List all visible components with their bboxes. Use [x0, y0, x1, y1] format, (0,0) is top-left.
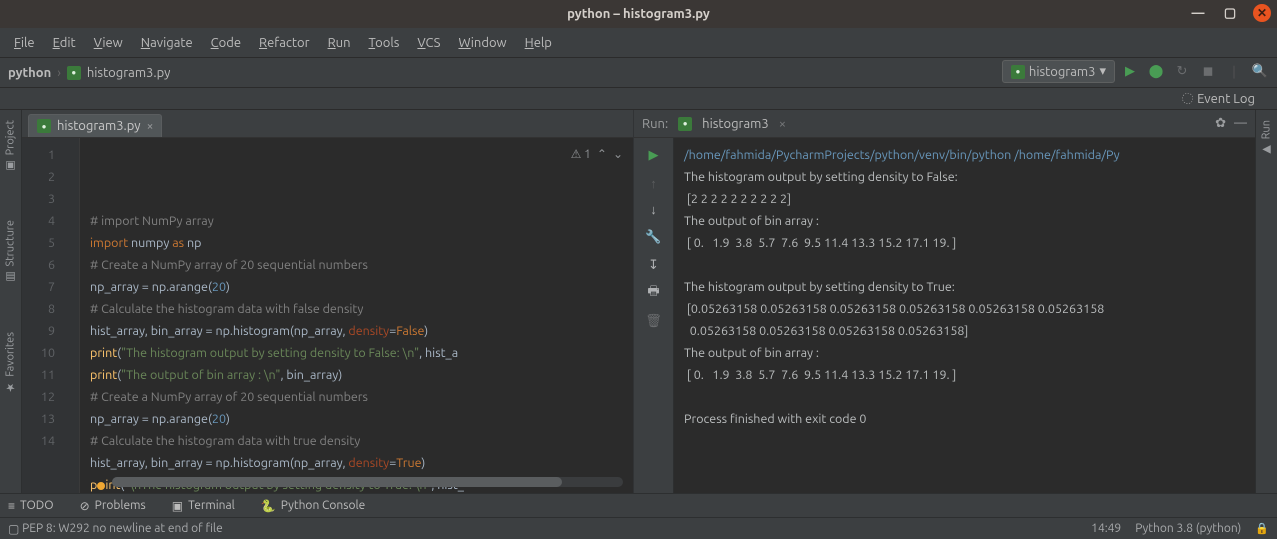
bottom-tool-python-console[interactable]: 🐍Python Console [261, 499, 365, 513]
gutter: 1234567891011121314 [22, 138, 80, 493]
settings-icon[interactable]: 🔧 [641, 226, 667, 248]
menu-run[interactable]: Run [320, 32, 359, 54]
status-icon[interactable]: ▢ [8, 522, 19, 536]
menu-tools[interactable]: Tools [361, 32, 408, 54]
python-file-icon: ● [1011, 65, 1025, 79]
search-everywhere-icon[interactable]: 🔍 [1249, 61, 1271, 83]
run-config-select[interactable]: ● histogram3 ▾ [1002, 60, 1115, 83]
right-side-tabs: ▶ Run [1255, 110, 1277, 493]
run-title: Run: [642, 117, 668, 131]
menu-edit[interactable]: Edit [45, 32, 84, 54]
window-close-icon[interactable]: ✕ [1253, 4, 1271, 22]
stop-button[interactable]: ◼ [1197, 61, 1219, 83]
run-tool-window: Run: ● histogram3 × ✿ — ▶ ↑ ↓ 🔧 ↧ 🖶 🗑 /h… [633, 110, 1255, 493]
menu-file[interactable]: File [6, 32, 43, 54]
gear-icon[interactable]: ✿ [1215, 116, 1226, 131]
bottom-tool-strip: ≡TODO ⊘Problems ▣Terminal 🐍Python Console [0, 493, 1277, 517]
menubar: FileEditViewNavigateCodeRefactorRunTools… [0, 28, 1277, 58]
debug-button[interactable]: ⬤ [1145, 61, 1167, 83]
run-tool-tab[interactable]: ▶ Run [1260, 116, 1273, 160]
trash-icon[interactable]: 🗑 [641, 310, 667, 332]
menu-code[interactable]: Code [203, 32, 249, 54]
editor-pane: ● histogram3.py × 1234567891011121314 # … [22, 110, 633, 493]
coverage-button[interactable]: ↻ [1171, 61, 1193, 83]
menu-vcs[interactable]: VCS [409, 32, 448, 54]
run-config-label: histogram3 [1029, 65, 1096, 79]
menu-view[interactable]: View [86, 32, 131, 54]
step-up-icon[interactable]: ↑ [641, 172, 667, 194]
tool-tab-favorites[interactable]: ★ Favorites [4, 328, 17, 398]
breadcrumb-root[interactable]: python [8, 66, 51, 80]
scroll-to-end-icon[interactable]: ↧ [641, 254, 667, 276]
status-interpreter[interactable]: Python 3.8 (python) [1135, 522, 1241, 535]
editor-tabs: ● histogram3.py × [22, 110, 633, 138]
window-maximize-icon[interactable]: ▢ [1221, 6, 1239, 21]
status-time: 14:49 [1091, 522, 1121, 535]
chevron-up-icon[interactable]: ⌃ [597, 144, 607, 166]
chevron-down-icon: ▾ [1099, 64, 1106, 79]
run-sidebar: ▶ ↑ ↓ 🔧 ↧ 🖶 🗑 [634, 138, 674, 493]
console-output[interactable]: /home/fahmida/PycharmProjects/python/ven… [674, 138, 1255, 493]
titlebar: python – histogram3.py — ▢ ✕ [0, 0, 1277, 28]
code-area[interactable]: # import NumPy arrayimport numpy as np# … [80, 138, 633, 493]
python-file-icon: ● [37, 119, 51, 133]
inspection-widget[interactable]: ⚠ 1 ⌃ ⌄ [571, 144, 623, 166]
left-side-tabs: ▣ Project ▤ Structure ★ Favorites [0, 110, 22, 493]
close-tab-icon[interactable]: × [779, 117, 786, 131]
chevron-down-icon[interactable]: ⌄ [613, 144, 623, 166]
breadcrumb: python › ● histogram3.py [8, 66, 170, 80]
menu-navigate[interactable]: Navigate [133, 32, 201, 54]
bottom-tool-problems[interactable]: ⊘Problems [80, 499, 146, 513]
tool-tab-structure[interactable]: ▤ Structure [4, 216, 17, 288]
status-message: PEP 8: W292 no newline at end of file [22, 522, 223, 535]
divider: | [1223, 61, 1245, 83]
lock-icon[interactable]: 🔒 [1255, 522, 1269, 535]
event-log-button[interactable]: ◌ Event Log [1182, 92, 1255, 106]
close-tab-icon[interactable]: × [147, 120, 154, 133]
step-down-icon[interactable]: ↓ [641, 198, 667, 220]
status-bar: ▢ PEP 8: W292 no newline at end of file … [0, 517, 1277, 539]
event-log-row: ◌ Event Log [0, 88, 1277, 110]
window-title: python – histogram3.py [567, 7, 710, 21]
run-button[interactable]: ▶ [1119, 61, 1141, 83]
menu-refactor[interactable]: Refactor [251, 32, 318, 54]
bottom-tool-terminal[interactable]: ▣Terminal [172, 499, 235, 513]
window-minimize-icon[interactable]: — [1189, 6, 1207, 20]
minimize-icon[interactable]: — [1234, 116, 1247, 131]
run-tab-label[interactable]: histogram3 [702, 117, 769, 131]
speech-bubble-icon: ◌ [1182, 92, 1193, 106]
editor-tab[interactable]: ● histogram3.py × [28, 114, 162, 137]
tool-tab-project[interactable]: ▣ Project [4, 116, 17, 176]
navbar: python › ● histogram3.py ● histogram3 ▾ … [0, 58, 1277, 88]
run-icon: ▶ [1260, 143, 1273, 156]
menu-window[interactable]: Window [450, 32, 514, 54]
python-file-icon: ● [67, 66, 81, 80]
editor-tab-label: histogram3.py [57, 119, 141, 133]
menu-help[interactable]: Help [517, 32, 560, 54]
horizontal-scrollbar[interactable] [112, 477, 623, 487]
python-file-icon: ● [678, 117, 692, 131]
breadcrumb-file[interactable]: histogram3.py [87, 66, 171, 80]
rerun-button[interactable]: ▶ [641, 144, 667, 166]
bottom-tool-todo[interactable]: ≡TODO [8, 499, 54, 513]
print-icon[interactable]: 🖶 [641, 282, 667, 304]
